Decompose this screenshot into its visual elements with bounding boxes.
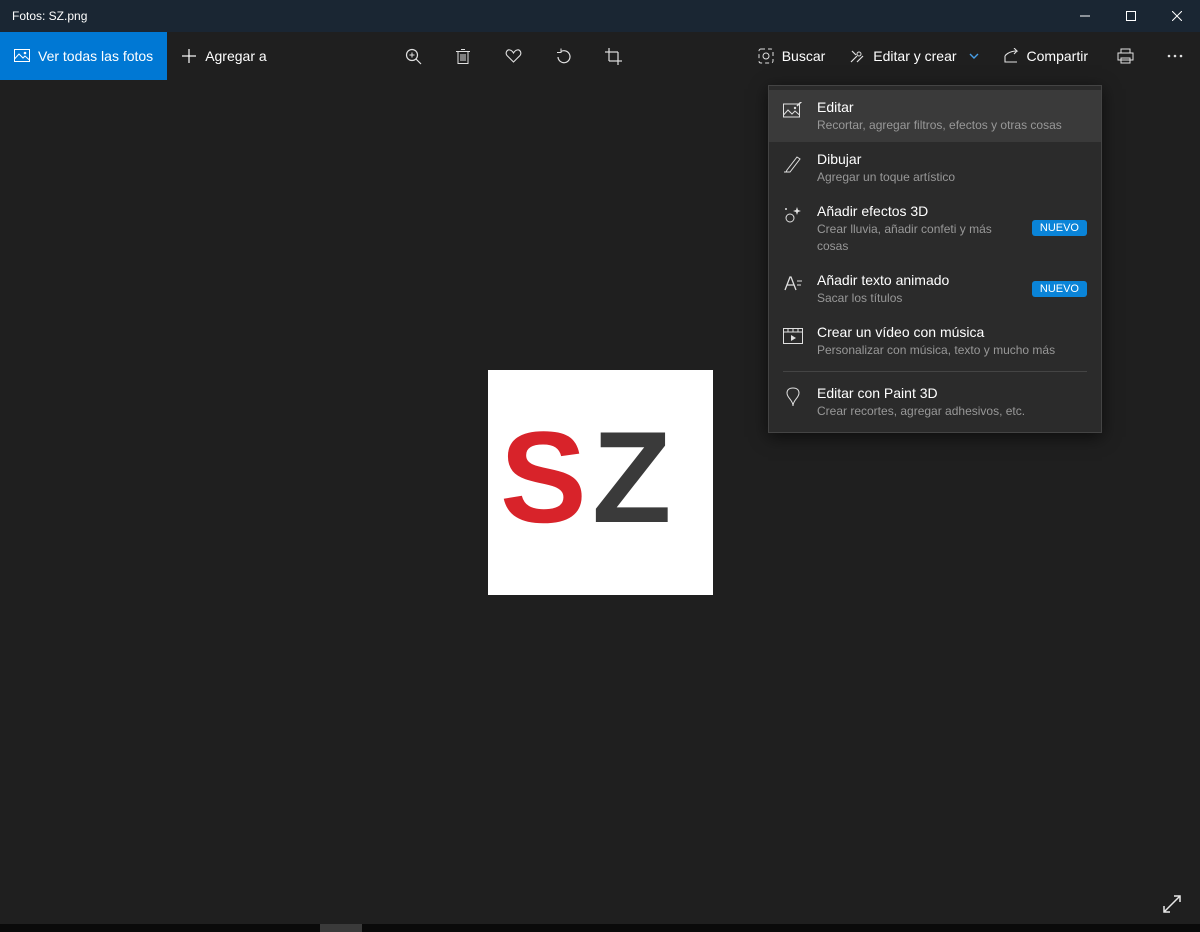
delete-button[interactable] bbox=[438, 32, 488, 80]
menu-item-title: Añadir efectos 3D bbox=[817, 202, 1018, 220]
crop-button[interactable] bbox=[588, 32, 638, 80]
close-button[interactable] bbox=[1154, 0, 1200, 32]
photo-icon bbox=[14, 48, 30, 64]
menu-item-video-music[interactable]: Crear un vídeo con música Personalizar c… bbox=[769, 315, 1101, 367]
window-controls bbox=[1062, 0, 1200, 32]
menu-item-title: Editar con Paint 3D bbox=[817, 384, 1087, 402]
window-title: Fotos: SZ.png bbox=[12, 9, 87, 23]
menu-item-desc: Agregar un toque artístico bbox=[817, 169, 1087, 186]
zoom-button[interactable] bbox=[388, 32, 438, 80]
print-button[interactable] bbox=[1100, 32, 1150, 80]
menu-item-desc: Recortar, agregar filtros, efectos y otr… bbox=[817, 117, 1087, 134]
titlebar: Fotos: SZ.png bbox=[0, 0, 1200, 32]
paint3d-icon bbox=[783, 387, 803, 407]
menu-item-desc: Sacar los títulos bbox=[817, 290, 1018, 307]
toolbar: Ver todas las fotos Agregar a bbox=[0, 32, 1200, 80]
menu-item-title: Dibujar bbox=[817, 150, 1087, 168]
heart-icon bbox=[505, 48, 522, 64]
magnifier-plus-icon bbox=[405, 48, 422, 65]
edit-create-button[interactable]: Editar y crear bbox=[837, 32, 990, 80]
add-to-button[interactable]: Agregar a bbox=[167, 32, 280, 80]
menu-item-paint3d[interactable]: Editar con Paint 3D Crear recortes, agre… bbox=[769, 376, 1101, 428]
search-button[interactable]: Buscar bbox=[746, 32, 838, 80]
menu-item-desc: Crear lluvia, añadir confeti y más cosas bbox=[817, 221, 1018, 255]
image-content: S Z bbox=[488, 370, 713, 595]
edit-create-menu: Editar Recortar, agregar filtros, efecto… bbox=[768, 85, 1102, 433]
menu-item-title: Añadir texto animado bbox=[817, 271, 1018, 289]
trash-icon bbox=[455, 48, 471, 65]
menu-item-title: Editar bbox=[817, 98, 1087, 116]
minimize-button[interactable] bbox=[1062, 0, 1108, 32]
maximize-button[interactable] bbox=[1108, 0, 1154, 32]
menu-item-desc: Crear recortes, agregar adhesivos, etc. bbox=[817, 403, 1087, 420]
search-label: Buscar bbox=[782, 48, 826, 64]
new-badge: NUEVO bbox=[1032, 220, 1087, 236]
add-to-label: Agregar a bbox=[205, 48, 266, 64]
favorite-button[interactable] bbox=[488, 32, 538, 80]
menu-item-edit[interactable]: Editar Recortar, agregar filtros, efecto… bbox=[769, 90, 1101, 142]
rotate-button[interactable] bbox=[538, 32, 588, 80]
share-button[interactable]: Compartir bbox=[991, 32, 1100, 80]
pen-icon bbox=[783, 153, 803, 173]
menu-item-3d-effects[interactable]: Añadir efectos 3D Crear lluvia, añadir c… bbox=[769, 194, 1101, 263]
menu-item-title: Crear un vídeo con música bbox=[817, 323, 1087, 341]
plus-icon bbox=[181, 48, 197, 64]
rotate-icon bbox=[555, 48, 572, 65]
svg-text:Z: Z bbox=[592, 422, 668, 542]
edit-image-icon bbox=[783, 101, 803, 121]
new-badge: NUEVO bbox=[1032, 281, 1087, 297]
ellipsis-icon bbox=[1167, 54, 1183, 58]
edit-create-label: Editar y crear bbox=[873, 48, 956, 64]
svg-text:S: S bbox=[500, 422, 582, 542]
menu-item-animated-text[interactable]: Añadir texto animado Sacar los títulos N… bbox=[769, 263, 1101, 315]
menu-item-draw[interactable]: Dibujar Agregar un toque artístico bbox=[769, 142, 1101, 194]
video-icon bbox=[783, 326, 803, 346]
visual-search-icon bbox=[758, 48, 774, 64]
share-label: Compartir bbox=[1027, 48, 1088, 64]
view-all-photos-button[interactable]: Ver todas las fotos bbox=[0, 32, 167, 80]
menu-separator bbox=[783, 371, 1087, 372]
more-button[interactable] bbox=[1150, 32, 1200, 80]
fullscreen-button[interactable] bbox=[1162, 894, 1182, 914]
view-all-photos-label: Ver todas las fotos bbox=[38, 48, 153, 64]
menu-item-desc: Personalizar con música, texto y mucho m… bbox=[817, 342, 1087, 359]
print-icon bbox=[1117, 48, 1134, 64]
text-icon bbox=[783, 274, 803, 294]
share-icon bbox=[1003, 48, 1019, 64]
sparkle-icon bbox=[783, 205, 803, 225]
edit-tools-icon bbox=[849, 48, 865, 64]
taskbar-peek bbox=[0, 924, 1200, 932]
crop-icon bbox=[605, 48, 622, 65]
chevron-down-icon bbox=[969, 53, 979, 59]
